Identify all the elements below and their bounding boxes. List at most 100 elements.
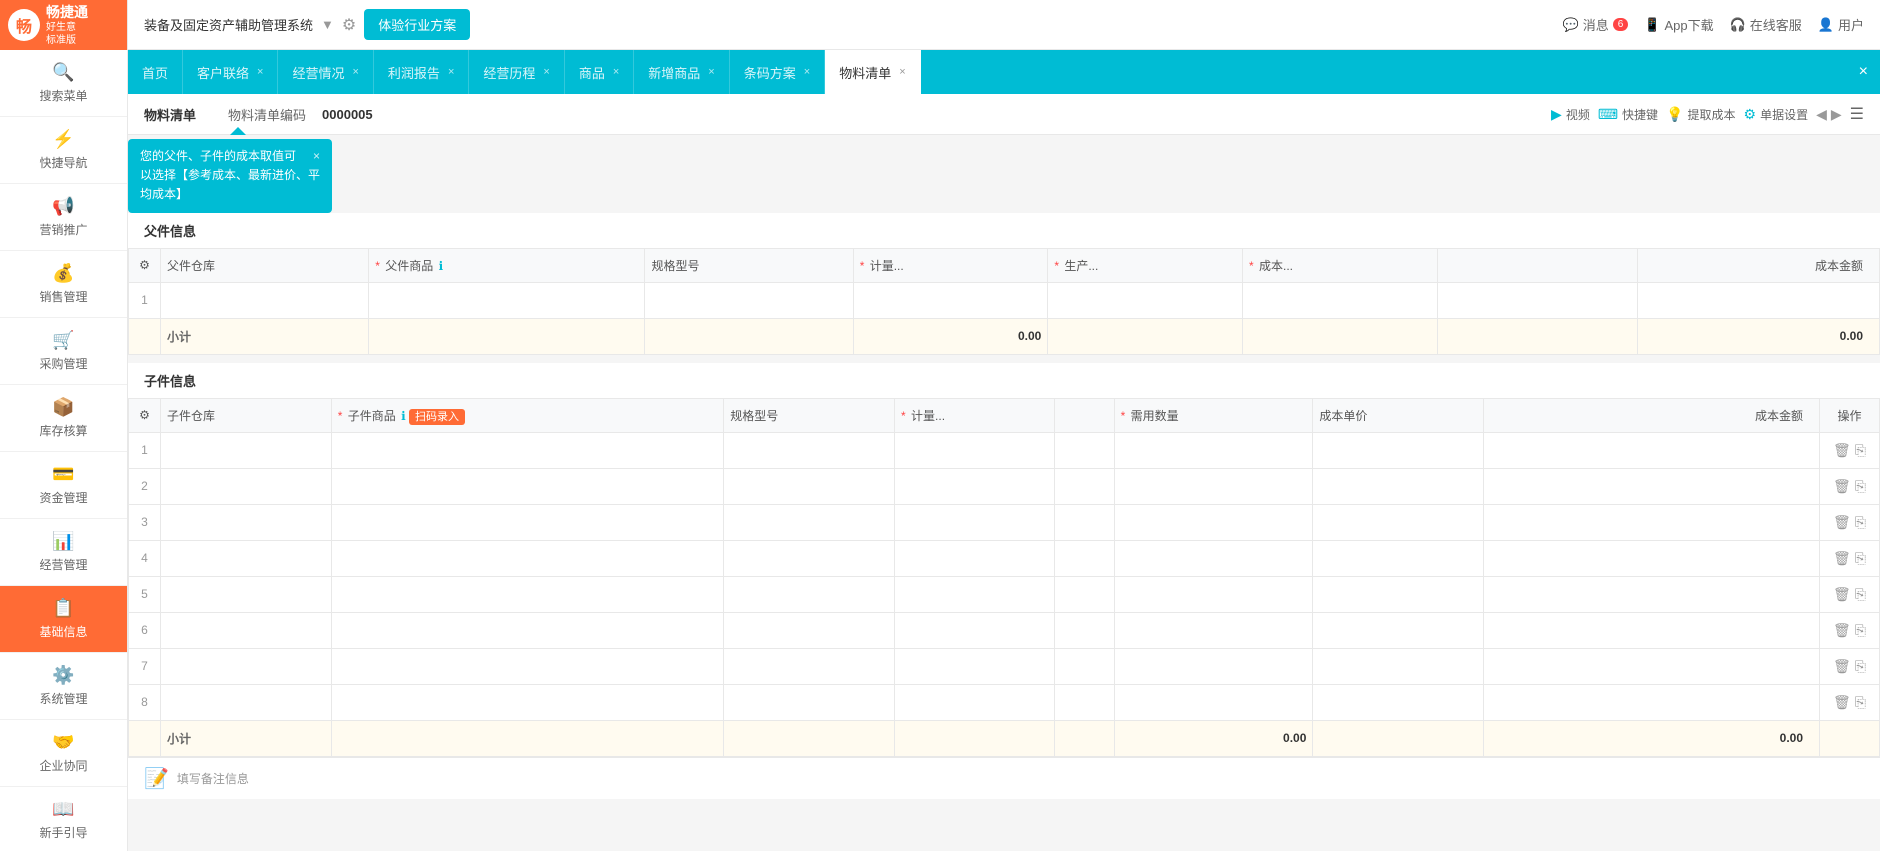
sidebar-item-enterprise[interactable]: 🤝 企业协同 [0,720,127,787]
sidebar-item-operations[interactable]: 📊 经营管理 [0,519,127,586]
child-row-8-product[interactable] [331,684,724,720]
child-row-6-unit-cost[interactable] [1313,612,1484,648]
child-row-5-product[interactable] [331,576,724,612]
child-row-2-warehouse[interactable] [161,468,332,504]
tab-customer[interactable]: 客户联络 × [183,50,278,94]
child-row-1-spec[interactable] [724,432,895,468]
tab-operations-close[interactable]: × [352,66,358,78]
sidebar-item-search[interactable]: 🔍 搜索菜单 [0,50,127,117]
gear-button[interactable]: ⚙ [342,15,356,35]
user-button[interactable]: 👤 用户 [1818,15,1864,34]
tab-new-product-close[interactable]: × [708,66,714,78]
child-row-4-spec[interactable] [724,540,895,576]
online-service-button[interactable]: 🎧 在线客服 [1730,15,1802,34]
note-placeholder[interactable]: 填写备注信息 [177,770,249,787]
sidebar-item-marketing[interactable]: 📢 营销推广 [0,184,127,251]
tab-profit-close[interactable]: × [448,66,454,78]
parent-row-1-cost[interactable] [1242,282,1437,318]
child-row-6-product[interactable] [331,612,724,648]
child-row-4-warehouse[interactable] [161,540,332,576]
child-row-4-qty[interactable] [1114,540,1313,576]
child-row-3-unit[interactable] [895,504,1055,540]
child-row-4-copy-button[interactable]: ⎘ [1855,550,1866,567]
child-row-5-qty[interactable] [1114,576,1313,612]
child-row-8-qty[interactable] [1114,684,1313,720]
child-row-2-unit[interactable] [895,468,1055,504]
child-row-6-spec[interactable] [724,612,895,648]
child-row-2-delete-button[interactable]: 🗑 [1833,478,1851,495]
close-all-tabs-button[interactable]: × [1847,63,1880,81]
child-row-8-copy-button[interactable]: ⎘ [1855,694,1866,711]
child-row-5-copy-button[interactable]: ⎘ [1855,586,1866,603]
shortcut-button[interactable]: ⌨ 快捷键 [1598,106,1658,123]
tab-profit[interactable]: 利润报告 × [374,50,469,94]
child-row-7-product[interactable] [331,648,724,684]
sidebar-item-finance[interactable]: 💳 资金管理 [0,452,127,519]
tab-operations[interactable]: 经营情况 × [278,50,373,94]
tab-customer-close[interactable]: × [257,66,263,78]
tooltip-close-button[interactable]: × [313,147,320,166]
view-button[interactable]: ▶ 视频 [1551,106,1590,123]
nav-prev-icon[interactable]: ◀ [1816,106,1827,123]
child-row-1-product[interactable] [331,432,724,468]
sidebar-item-inventory[interactable]: 📦 库存核算 [0,385,127,452]
sidebar-item-basics[interactable]: 📋 基础信息 [0,586,127,653]
child-row-2-qty[interactable] [1114,468,1313,504]
sidebar-item-guide[interactable]: 📖 新手引导 [0,787,127,851]
child-row-1-unit[interactable] [895,432,1055,468]
child-row-4-unit-cost[interactable] [1313,540,1484,576]
child-row-1-warehouse[interactable] [161,432,332,468]
child-row-8-warehouse[interactable] [161,684,332,720]
child-row-8-unit[interactable] [895,684,1055,720]
child-row-8-spec[interactable] [724,684,895,720]
child-row-4-product[interactable] [331,540,724,576]
child-row-3-unit-cost[interactable] [1313,504,1484,540]
scan-button[interactable]: 扫码录入 [409,409,465,425]
child-row-4-unit[interactable] [895,540,1055,576]
trial-button[interactable]: 体验行业方案 [364,9,470,40]
child-row-7-unit-cost[interactable] [1313,648,1484,684]
child-row-2-unit-cost[interactable] [1313,468,1484,504]
child-row-3-warehouse[interactable] [161,504,332,540]
nav-next-icon[interactable]: ▶ [1831,106,1842,123]
child-row-3-qty[interactable] [1114,504,1313,540]
child-row-7-copy-button[interactable]: ⎘ [1855,658,1866,675]
message-button[interactable]: 💬 消息 6 [1563,15,1629,34]
cost-button[interactable]: 💡 提取成本 [1666,106,1735,123]
child-row-7-spec[interactable] [724,648,895,684]
breadcrumb-bom[interactable]: 物料清单 [144,105,196,124]
sidebar-item-system[interactable]: ⚙️ 系统管理 [0,653,127,720]
child-row-5-spec[interactable] [724,576,895,612]
child-row-5-warehouse[interactable] [161,576,332,612]
child-row-1-unit-cost[interactable] [1313,432,1484,468]
child-row-6-unit[interactable] [895,612,1055,648]
tab-new-product[interactable]: 新增商品 × [634,50,729,94]
child-row-6-warehouse[interactable] [161,612,332,648]
child-product-info-icon[interactable]: ℹ [401,409,406,423]
child-row-6-qty[interactable] [1114,612,1313,648]
system-dropdown-icon[interactable]: ▼ [321,17,334,32]
child-row-8-unit-cost[interactable] [1313,684,1484,720]
tab-barcode-close[interactable]: × [804,66,810,78]
sidebar-item-purchase[interactable]: 🛒 采购管理 [0,318,127,385]
parent-product-info-icon[interactable]: ℹ [439,259,444,273]
tab-home[interactable]: 首页 [128,50,183,94]
parent-row-1-product[interactable] [369,282,645,318]
parent-row-1-production[interactable] [1048,282,1243,318]
child-row-2-spec[interactable] [724,468,895,504]
sidebar-item-sales[interactable]: 💰 销售管理 [0,251,127,318]
sidebar-item-quick-nav[interactable]: ⚡ 快捷导航 [0,117,127,184]
child-row-3-product[interactable] [331,504,724,540]
parent-row-1-unit[interactable] [853,282,1048,318]
parent-col-settings[interactable]: ⚙ [129,248,161,282]
parent-row-1-spec[interactable] [645,282,853,318]
child-row-7-unit[interactable] [895,648,1055,684]
tab-history[interactable]: 经营历程 × [469,50,564,94]
tab-barcode[interactable]: 条码方案 × [730,50,825,94]
tab-bom-close[interactable]: × [899,66,905,78]
app-download-button[interactable]: 📱 App下载 [1644,15,1713,34]
child-row-1-copy-button[interactable]: ⎘ [1855,442,1866,459]
child-row-4-delete-button[interactable]: 🗑 [1833,550,1851,567]
child-row-3-copy-button[interactable]: ⎘ [1855,514,1866,531]
tab-bom[interactable]: 物料清单 × [825,50,920,94]
